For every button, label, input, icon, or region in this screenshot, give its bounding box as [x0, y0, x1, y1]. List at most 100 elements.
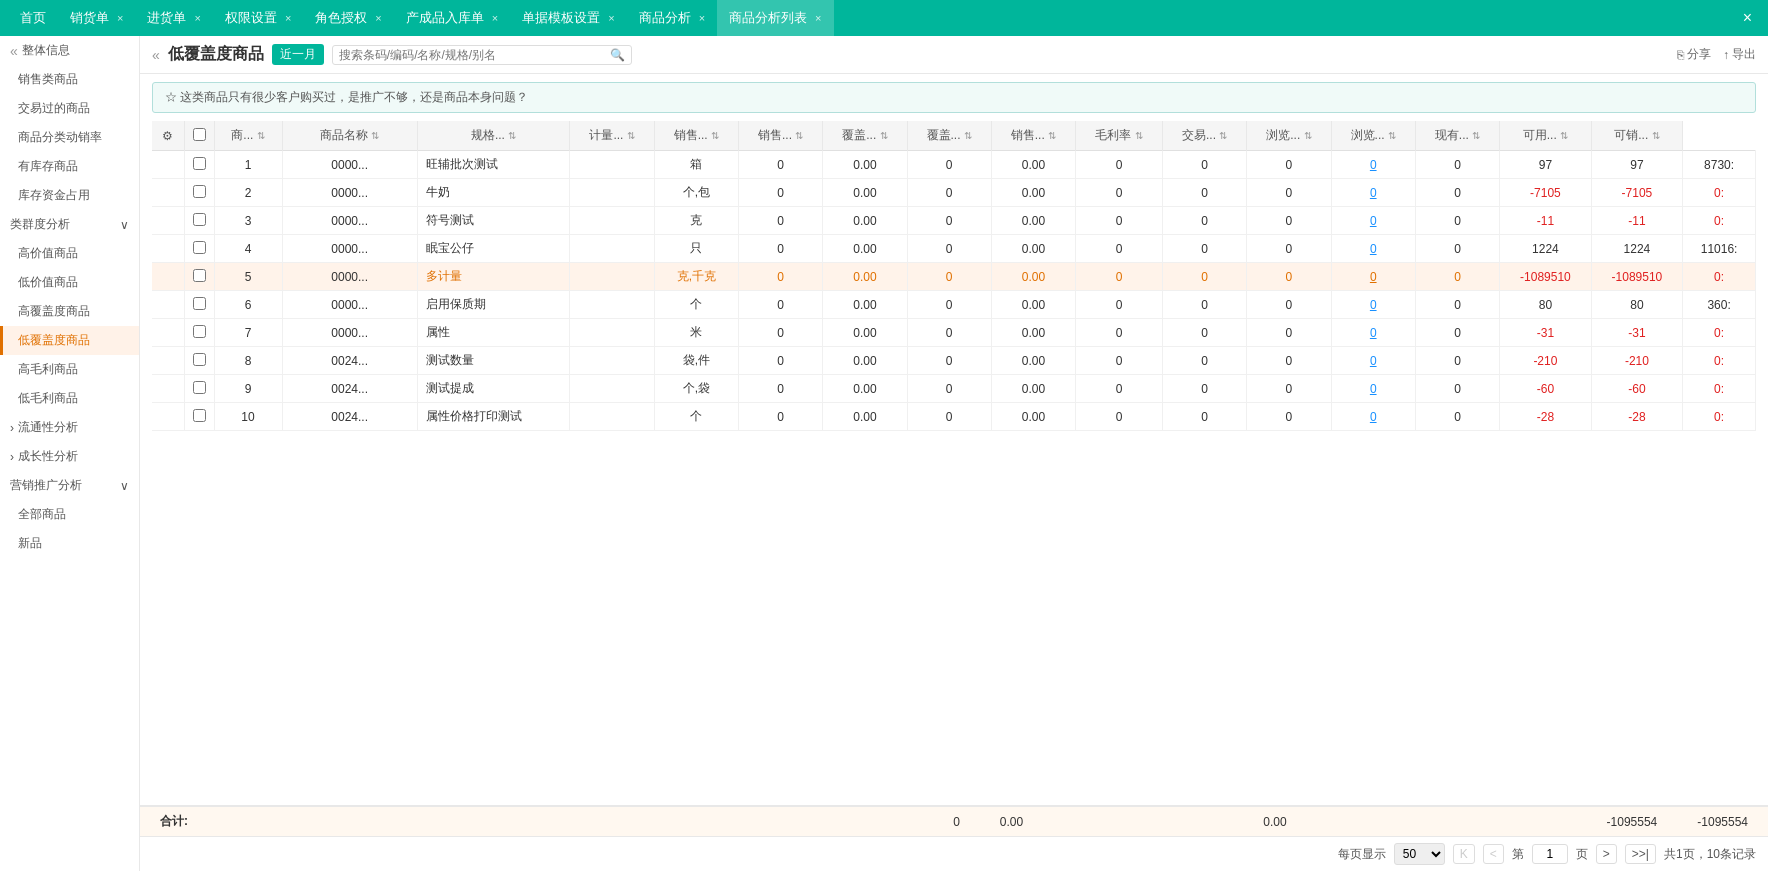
next-page-button[interactable]: > — [1596, 844, 1617, 864]
sidebar-section-marketing[interactable]: 营销推广分析 ∨ — [0, 471, 139, 500]
col-settings[interactable]: ⚙ — [152, 121, 184, 151]
close-sales-order[interactable]: × — [117, 0, 123, 36]
row-name[interactable]: 牛奶 — [417, 179, 570, 207]
row-name[interactable]: 属性价格打印测试 — [417, 403, 570, 431]
sidebar-item-new-products[interactable]: 新品 — [0, 529, 139, 558]
page-number-input[interactable] — [1532, 844, 1568, 864]
row-name[interactable]: 眠宝公仔 — [417, 235, 570, 263]
row-checkbox[interactable] — [184, 179, 214, 207]
row-browse1[interactable]: 0 — [1331, 319, 1415, 347]
window-close-button[interactable]: × — [1735, 9, 1760, 27]
nav-template-settings[interactable]: 单据模板设置 × — [510, 0, 626, 36]
row-checkbox[interactable] — [184, 235, 214, 263]
row-browse1[interactable]: 0 — [1331, 151, 1415, 179]
sidebar-item-in-stock[interactable]: 有库存商品 — [0, 152, 139, 181]
col-browse2[interactable]: 浏览... ⇅ — [1331, 121, 1415, 151]
nav-purchase-order[interactable]: 进货单 × — [135, 0, 212, 36]
export-button[interactable]: ↑ 导出 — [1723, 46, 1756, 63]
sidebar-item-category-sales-rate[interactable]: 商品分类动销率 — [0, 123, 139, 152]
row-browse1[interactable]: 0 — [1331, 403, 1415, 431]
search-input[interactable] — [339, 48, 610, 62]
nav-role-auth[interactable]: 角色授权 × — [303, 0, 393, 36]
sidebar-item-high-margin[interactable]: 高毛利商品 — [0, 355, 139, 384]
nav-home[interactable]: 首页 — [8, 0, 58, 36]
content-area: « 低覆盖度商品 近一月 🔍 ⎘ 分享 ↑ 导出 ☆ 这类商品只有很少客户购买过… — [140, 36, 1768, 871]
row-browse1[interactable]: 0 — [1331, 179, 1415, 207]
row-checkbox[interactable] — [184, 291, 214, 319]
row-checkbox[interactable] — [184, 403, 214, 431]
row-name[interactable]: 测试提成 — [417, 375, 570, 403]
time-filter-button[interactable]: 近一月 — [272, 44, 324, 65]
col-sellable[interactable]: 可销... ⇅ — [1591, 121, 1683, 151]
per-page-select[interactable]: 50 20 100 200 — [1394, 843, 1445, 865]
close-product-analysis-list[interactable]: × — [815, 0, 821, 36]
row-browse1[interactable]: 0 — [1331, 375, 1415, 403]
row-trade: 0 — [1247, 375, 1331, 403]
row-name[interactable]: 旺辅批次测试 — [417, 151, 570, 179]
row-checkbox[interactable] — [184, 319, 214, 347]
sidebar-item-inventory-capital[interactable]: 库存资金占用 — [0, 181, 139, 210]
sidebar-section-liquidity[interactable]: › 流通性分析 — [0, 413, 139, 442]
row-browse1[interactable]: 0 — [1331, 347, 1415, 375]
close-permission-settings[interactable]: × — [285, 0, 291, 36]
first-page-button[interactable]: K — [1453, 844, 1475, 864]
col-cover2[interactable]: 覆盖... ⇅ — [907, 121, 991, 151]
data-table-wrapper[interactable]: ⚙ 商... ⇅ 商品名称 ⇅ 规格... ⇅ 计量... ⇅ 销售... ⇅ … — [140, 121, 1768, 805]
sidebar-item-high-value[interactable]: 高价值商品 — [0, 239, 139, 268]
row-checkbox[interactable] — [184, 151, 214, 179]
select-all-checkbox[interactable] — [193, 128, 206, 141]
sidebar-item-all-products[interactable]: 全部商品 — [0, 500, 139, 529]
sidebar-section-cluster-analysis[interactable]: 类群度分析 ∨ — [0, 210, 139, 239]
col-code[interactable]: 商... ⇅ — [214, 121, 282, 151]
col-browse1[interactable]: 浏览... ⇅ — [1247, 121, 1331, 151]
sidebar-item-high-coverage[interactable]: 高覆盖度商品 — [0, 297, 139, 326]
nav-product-analysis[interactable]: 商品分析 × — [627, 0, 717, 36]
row-browse1[interactable]: 0 — [1331, 235, 1415, 263]
close-product-warehouse[interactable]: × — [492, 0, 498, 36]
col-unit[interactable]: 计量... ⇅ — [570, 121, 654, 151]
row-name[interactable]: 启用保质期 — [417, 291, 570, 319]
search-icon[interactable]: 🔍 — [610, 48, 625, 62]
share-button[interactable]: ⎘ 分享 — [1677, 46, 1711, 63]
col-trade[interactable]: 交易... ⇅ — [1163, 121, 1247, 151]
col-available[interactable]: 可用... ⇅ — [1500, 121, 1592, 151]
col-margin[interactable]: 毛利率 ⇅ — [1076, 121, 1163, 151]
row-name[interactable]: 符号测试 — [417, 207, 570, 235]
close-purchase-order[interactable]: × — [194, 0, 200, 36]
row-checkbox[interactable] — [184, 347, 214, 375]
sidebar-item-traded-products[interactable]: 交易过的商品 — [0, 94, 139, 123]
nav-product-analysis-list[interactable]: 商品分析列表 × — [717, 0, 833, 36]
row-checkbox[interactable] — [184, 375, 214, 403]
sidebar-item-sales-products[interactable]: 销售类商品 — [0, 65, 139, 94]
row-checkbox[interactable] — [184, 263, 214, 291]
close-product-analysis[interactable]: × — [699, 0, 705, 36]
row-browse1[interactable]: 0 — [1331, 207, 1415, 235]
sidebar-section-growth[interactable]: › 成长性分析 — [0, 442, 139, 471]
col-checkbox[interactable] — [184, 121, 214, 151]
col-name[interactable]: 商品名称 ⇅ — [282, 121, 417, 151]
col-current[interactable]: 现有... ⇅ — [1415, 121, 1499, 151]
last-page-button[interactable]: >>| — [1625, 844, 1656, 864]
nav-sales-order[interactable]: 销货单 × — [58, 0, 135, 36]
row-checkbox[interactable] — [184, 207, 214, 235]
nav-product-warehouse[interactable]: 产成品入库单 × — [394, 0, 510, 36]
close-template-settings[interactable]: × — [608, 0, 614, 36]
row-name[interactable]: 多计量 — [417, 263, 570, 291]
row-name[interactable]: 属性 — [417, 319, 570, 347]
nav-permission-settings[interactable]: 权限设置 × — [213, 0, 303, 36]
col-sales3[interactable]: 销售... ⇅ — [991, 121, 1075, 151]
sidebar-item-low-coverage[interactable]: 低覆盖度商品 — [0, 326, 139, 355]
col-cover1[interactable]: 覆盖... ⇅ — [823, 121, 907, 151]
col-spec[interactable]: 规格... ⇅ — [417, 121, 570, 151]
sidebar-item-low-margin[interactable]: 低毛利商品 — [0, 384, 139, 413]
col-sales2[interactable]: 销售... ⇅ — [739, 121, 823, 151]
row-browse1[interactable]: 0 — [1331, 263, 1415, 291]
row-browse1[interactable]: 0 — [1331, 291, 1415, 319]
close-role-auth[interactable]: × — [375, 0, 381, 36]
col-sales1[interactable]: 销售... ⇅ — [654, 121, 738, 151]
sidebar-item-low-value[interactable]: 低价值商品 — [0, 268, 139, 297]
sidebar-collapse-button[interactable]: « — [152, 47, 160, 63]
prev-page-button[interactable]: < — [1483, 844, 1504, 864]
sidebar-section-overall[interactable]: « 整体信息 — [0, 36, 139, 65]
row-name[interactable]: 测试数量 — [417, 347, 570, 375]
